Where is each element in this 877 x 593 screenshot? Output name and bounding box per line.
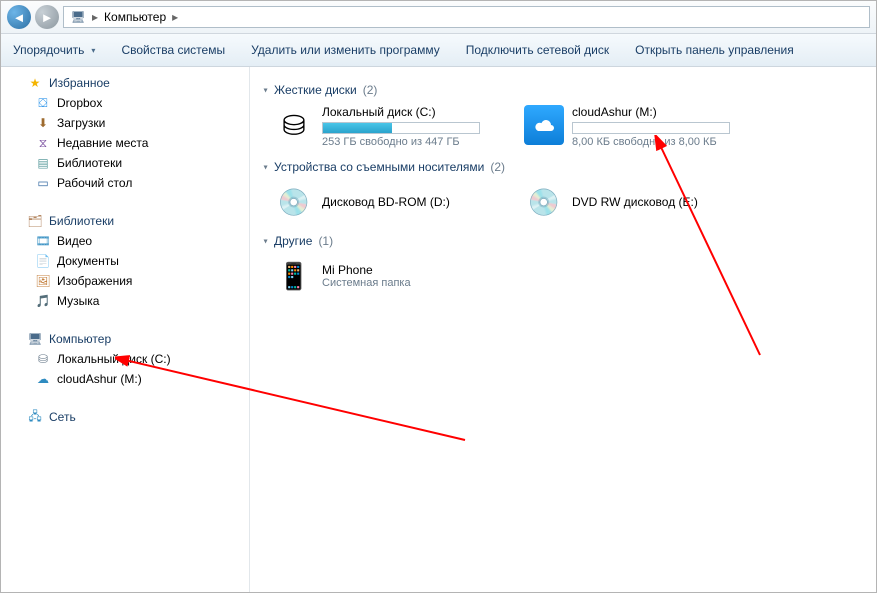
category-removable[interactable]: Устройства со съемными носителями (2) [264, 160, 862, 174]
nav-documents[interactable]: 📄Документы [1, 251, 249, 271]
recent-icon: ⧖ [35, 135, 51, 151]
hdd-icon: ⛁ [274, 105, 314, 145]
computer-icon: 🖥 [27, 331, 43, 347]
nav-network-header[interactable]: 🖧 Сеть [1, 407, 249, 427]
drive-cloudashur-m[interactable]: cloudAshur (M:) 8,00 КБ свободно из 8,00… [524, 105, 744, 148]
cloud-drive-icon: ☁ [35, 371, 51, 387]
nav-desktop[interactable]: ▭Рабочий стол [1, 173, 249, 193]
nav-local-disk-c[interactable]: ⛁Локальный диск (C:) [1, 349, 249, 369]
nav-network: 🖧 Сеть [1, 407, 249, 427]
star-icon: ★ [27, 75, 43, 91]
nav-libraries-fav[interactable]: ▤Библиотеки [1, 153, 249, 173]
nav-back-button[interactable]: ◄ [7, 5, 31, 29]
uninstall-program-button[interactable]: Удалить или изменить программу [251, 43, 440, 57]
address-bar: ◄ ► 🖥 ▸ Компьютер ▸ [1, 1, 876, 34]
network-icon: 🖧 [27, 409, 43, 425]
nav-favorites-header[interactable]: ★ Избранное [1, 73, 249, 93]
music-icon: 🎵 [35, 293, 51, 309]
libraries-icon: 🗂 [27, 213, 43, 229]
dropbox-icon: ⛋ [35, 95, 51, 111]
nav-computer: 🖥 Компьютер ⛁Локальный диск (C:) ☁cloudA… [1, 329, 249, 389]
nav-libraries-header[interactable]: 🗂 Библиотеки [1, 211, 249, 231]
breadcrumb-sep[interactable]: ▸ [172, 10, 178, 24]
drive-dvd-rw-e[interactable]: 💿 DVD RW дисковод (E:) [524, 182, 744, 222]
optical-drive-icon: 💿 [274, 182, 314, 222]
breadcrumb-root[interactable]: Компьютер [104, 10, 166, 24]
documents-icon: 📄 [35, 253, 51, 269]
drive-local-c[interactable]: ⛁ Локальный диск (C:) 253 ГБ свободно из… [274, 105, 494, 148]
nav-forward-button[interactable]: ► [35, 5, 59, 29]
open-control-panel-button[interactable]: Открыть панель управления [635, 43, 794, 57]
category-hdd[interactable]: Жесткие диски (2) [264, 83, 862, 97]
nav-favorites: ★ Избранное ⛋Dropbox ⬇Загрузки ⧖Недавние… [1, 73, 249, 193]
capacity-bar [572, 122, 730, 134]
nav-libraries: 🗂 Библиотеки 🎞Видео 📄Документы 🖼Изображе… [1, 211, 249, 311]
nav-computer-header[interactable]: 🖥 Компьютер [1, 329, 249, 349]
content-pane: Жесткие диски (2) ⛁ Локальный диск (C:) … [250, 67, 876, 592]
organize-button[interactable]: Упорядочить [13, 43, 95, 57]
nav-downloads[interactable]: ⬇Загрузки [1, 113, 249, 133]
cloudashur-icon [524, 105, 564, 145]
breadcrumb[interactable]: 🖥 ▸ Компьютер ▸ [63, 6, 870, 28]
nav-images[interactable]: 🖼Изображения [1, 271, 249, 291]
device-mi-phone[interactable]: 📱 Mi Phone Системная папка [274, 256, 494, 296]
images-icon: 🖼 [35, 273, 51, 289]
breadcrumb-sep: ▸ [92, 10, 98, 24]
nav-dropbox[interactable]: ⛋Dropbox [1, 93, 249, 113]
libraries-icon: ▤ [35, 155, 51, 171]
desktop-icon: ▭ [35, 175, 51, 191]
nav-cloudashur-m[interactable]: ☁cloudAshur (M:) [1, 369, 249, 389]
computer-icon: 🖥 [70, 9, 86, 25]
video-icon: 🎞 [35, 233, 51, 249]
hdd-icon: ⛁ [35, 351, 51, 367]
phone-icon: 📱 [274, 256, 314, 296]
nav-tree: ★ Избранное ⛋Dropbox ⬇Загрузки ⧖Недавние… [1, 67, 250, 592]
system-properties-button[interactable]: Свойства системы [121, 43, 225, 57]
nav-recent[interactable]: ⧖Недавние места [1, 133, 249, 153]
map-network-drive-button[interactable]: Подключить сетевой диск [466, 43, 609, 57]
toolbar: Упорядочить Свойства системы Удалить или… [1, 34, 876, 67]
nav-music[interactable]: 🎵Музыка [1, 291, 249, 311]
nav-video[interactable]: 🎞Видео [1, 231, 249, 251]
drive-bd-rom-d[interactable]: 💿 Дисковод BD-ROM (D:) [274, 182, 494, 222]
downloads-icon: ⬇ [35, 115, 51, 131]
category-other[interactable]: Другие (1) [264, 234, 862, 248]
capacity-bar [322, 122, 480, 134]
optical-drive-icon: 💿 [524, 182, 564, 222]
